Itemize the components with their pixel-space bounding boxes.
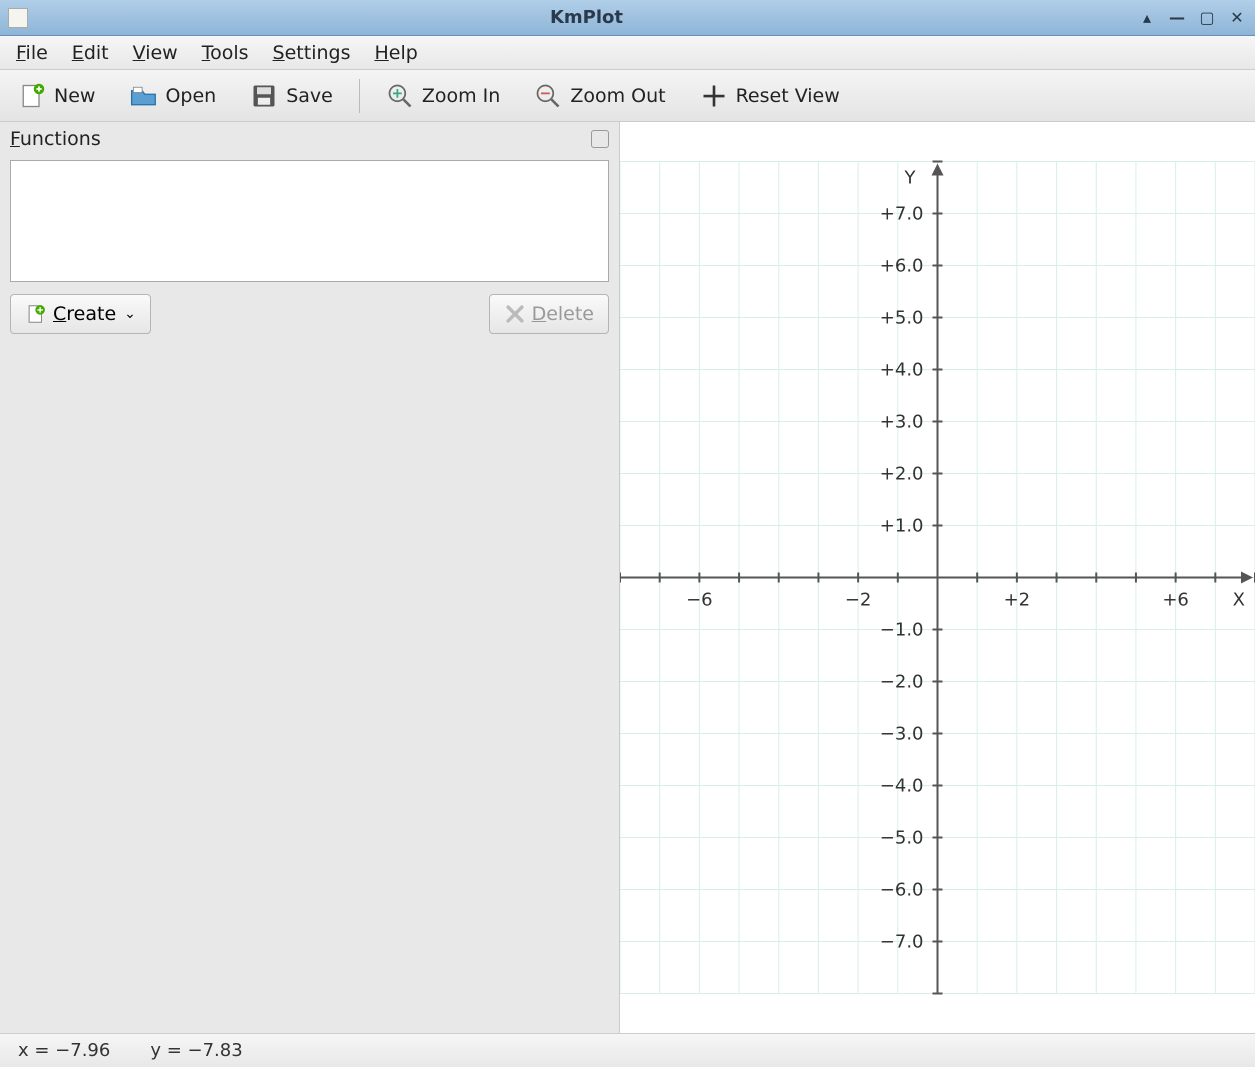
delete-x-icon [504,303,526,325]
status-x: x = −7.96 [18,1040,110,1061]
menu-label: elp [389,42,418,64]
new-button[interactable]: New [10,78,103,114]
menu-edit[interactable]: Edit [72,42,109,64]
window-controls: ▴ — ▢ ✕ [1137,8,1247,28]
new-label: New [54,85,95,107]
open-label: Open [165,85,216,107]
minimize-button[interactable]: — [1167,8,1187,28]
svg-text:−6.0: −6.0 [880,880,924,901]
svg-text:+4.0: +4.0 [880,360,924,381]
menu-label: ile [26,42,48,64]
status-y: y = −7.83 [150,1040,242,1061]
menu-help[interactable]: Help [374,42,417,64]
zoom-in-button[interactable]: Zoom In [378,78,508,114]
delete-label-rest: elete [546,303,594,325]
create-label-rest: reate [66,303,116,325]
save-label: Save [286,85,333,107]
menu-label: ettings [285,42,351,64]
svg-text:X: X [1233,590,1245,611]
svg-text:Y: Y [904,168,917,189]
reset-view-icon [700,82,728,110]
functions-panel: Functions Create ⌄ Delete [0,122,620,1033]
svg-text:−3.0: −3.0 [880,724,924,745]
shade-button[interactable]: ▴ [1137,8,1157,28]
app-icon [8,8,28,28]
zoom-out-icon [534,82,562,110]
coordinate-grid: −7.0 −6.0 −5.0 −4.0 −3.0 −2.0 −1.0 +1.0 +2.0 +3.0… [620,122,1255,1033]
close-button[interactable]: ✕ [1227,8,1247,28]
create-plus-icon [25,303,47,325]
detach-panel-icon[interactable] [591,130,609,148]
menubar: File Edit View Tools Settings Help [0,36,1255,70]
menu-label: ools [210,42,248,64]
open-button[interactable]: Open [121,78,224,114]
save-floppy-icon [250,82,278,110]
menu-tools[interactable]: Tools [202,42,249,64]
window-titlebar: KmPlot ▴ — ▢ ✕ [0,0,1255,36]
reset-view-label: Reset View [736,85,840,107]
svg-text:+7.0: +7.0 [880,204,924,225]
create-function-button[interactable]: Create ⌄ [10,294,151,334]
statusbar: x = −7.96 y = −7.83 [0,1033,1255,1067]
menu-label: iew [145,42,178,64]
svg-text:+2.0: +2.0 [880,464,924,485]
svg-text:+6.0: +6.0 [880,256,924,277]
svg-text:−4.0: −4.0 [880,776,924,797]
svg-text:−2: −2 [845,590,872,611]
svg-text:−1.0: −1.0 [880,620,924,641]
zoom-out-button[interactable]: Zoom Out [526,78,673,114]
delete-function-button: Delete [489,294,609,334]
svg-text:+5.0: +5.0 [880,308,924,329]
toolbar: New Open Save Zoom In Zoom Out [0,70,1255,122]
svg-text:−5.0: −5.0 [880,828,924,849]
svg-text:+1.0: +1.0 [880,516,924,537]
svg-text:−7.0: −7.0 [880,932,924,953]
menu-file[interactable]: File [16,42,48,64]
chevron-down-icon: ⌄ [124,306,136,322]
panel-header: Functions [10,128,609,150]
save-button[interactable]: Save [242,78,341,114]
plot-area[interactable]: −7.0 −6.0 −5.0 −4.0 −3.0 −2.0 −1.0 +1.0 +2.0 +3.0… [620,122,1255,1033]
svg-text:+6: +6 [1162,590,1189,611]
toolbar-separator [359,79,360,113]
menu-view[interactable]: View [133,42,178,64]
window-title: KmPlot [36,7,1137,28]
menu-label: dit [84,42,109,64]
zoom-out-label: Zoom Out [570,85,665,107]
zoom-in-label: Zoom In [422,85,500,107]
svg-text:−2.0: −2.0 [880,672,924,693]
svg-text:+3.0: +3.0 [880,412,924,433]
menu-settings[interactable]: Settings [273,42,351,64]
zoom-in-icon [386,82,414,110]
svg-text:−6: −6 [686,590,713,611]
functions-list[interactable] [10,160,609,282]
panel-button-row: Create ⌄ Delete [10,294,609,334]
panel-title-text: unctions [20,128,101,150]
maximize-button[interactable]: ▢ [1197,8,1217,28]
open-folder-icon [129,82,157,110]
new-document-icon [18,82,46,110]
reset-view-button[interactable]: Reset View [692,78,848,114]
content-area: Functions Create ⌄ Delete −7.0− [0,122,1255,1033]
svg-text:+2: +2 [1004,590,1031,611]
